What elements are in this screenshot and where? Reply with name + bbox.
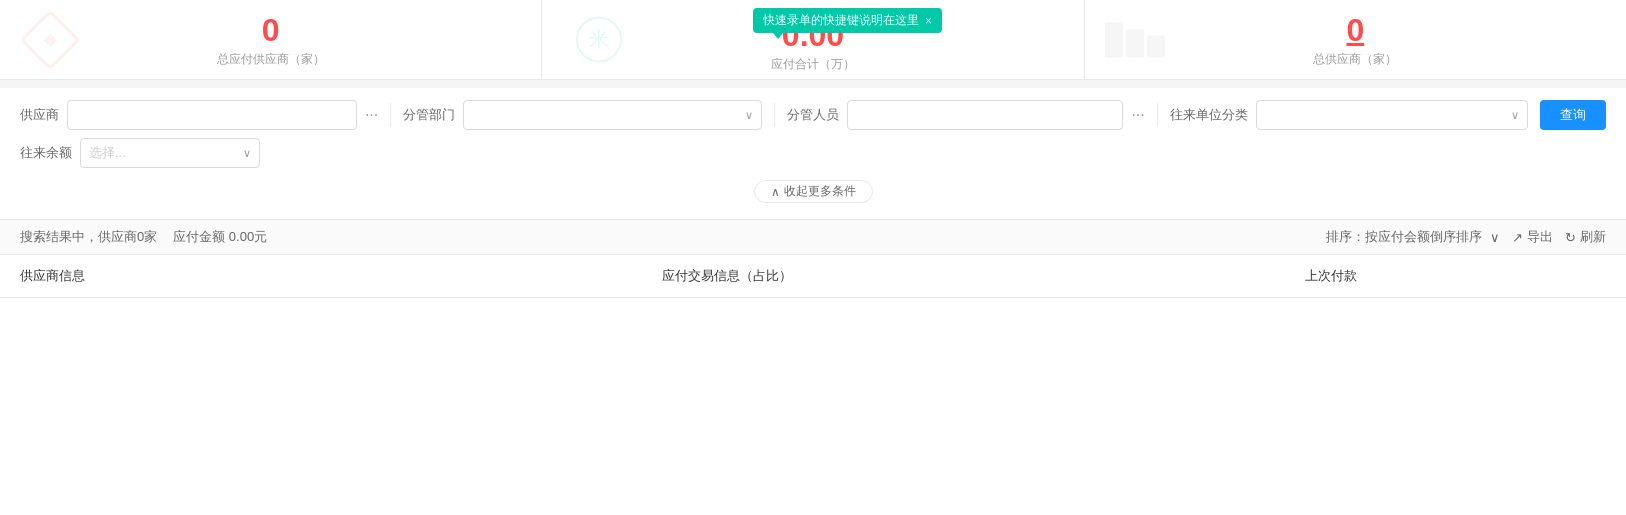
payable-total-label: 应付合计（万） xyxy=(771,56,855,73)
result-info: 搜索结果中，供应商0家 应付金额 0.00元 xyxy=(20,228,267,246)
divider-2 xyxy=(774,103,775,127)
sort-dropdown[interactable]: 排序：按应付会额倒序排序 ∨ xyxy=(1326,228,1500,246)
col-transaction-info: 应付交易信息（占比） xyxy=(662,267,1264,285)
supplier-label: 供应商 xyxy=(20,106,59,124)
department-chevron-icon: ∨ xyxy=(745,109,753,122)
result-amount: 应付金额 0.00元 xyxy=(173,228,267,246)
total-suppliers-label: 总供应商（家） xyxy=(1313,51,1397,68)
query-button[interactable]: 查询 xyxy=(1540,100,1606,130)
sort-label: 排序：按应付会额倒序排序 xyxy=(1326,228,1482,246)
supplier-input[interactable] xyxy=(67,100,357,130)
col-supplier-info: 供应商信息 xyxy=(20,267,622,285)
col-last-payment: 上次付款 xyxy=(1305,267,1606,285)
balance-placeholder: 选择... xyxy=(89,144,126,162)
unit-field: 往来单位分类 ∨ xyxy=(1170,100,1528,130)
filter-row-1: 供应商 ··· 分管部门 ∨ 分管人员 ··· 往来单位分类 ∨ xyxy=(20,100,1606,130)
divider-1 xyxy=(390,103,391,127)
stat-total-suppliers: 0 总供应商（家） xyxy=(1085,0,1626,79)
person-field: 分管人员 ··· xyxy=(787,100,1145,130)
diamond-logo-icon: ◈ xyxy=(20,10,80,70)
unit-label: 往来单位分类 xyxy=(1170,106,1248,124)
svg-text:◈: ◈ xyxy=(43,31,58,48)
table-body xyxy=(0,298,1626,515)
department-label: 分管部门 xyxy=(403,106,455,124)
total-suppliers-number: 0 xyxy=(1346,11,1364,49)
filter-row-2: 往来余额 选择... ∨ xyxy=(20,138,1606,168)
stats-bar: ◈ 0 总应付供应商（家） 快速录单的快捷键说明在这里 × 米 0.00 应付合… xyxy=(0,0,1626,80)
refresh-button[interactable]: ↻ 刷新 xyxy=(1565,228,1606,246)
result-actions: 排序：按应付会额倒序排序 ∨ ↗ 导出 ↻ 刷新 xyxy=(1326,228,1606,246)
department-select[interactable]: ∨ xyxy=(463,100,761,130)
export-button[interactable]: ↗ 导出 xyxy=(1512,228,1553,246)
divider-3 xyxy=(1157,103,1158,127)
collapse-row: ∧ 收起更多条件 xyxy=(20,176,1606,211)
balance-select[interactable]: 选择... ∨ xyxy=(80,138,260,168)
stat-payable-total: 快速录单的快捷键说明在这里 × 米 0.00 应付合计（万） xyxy=(542,0,1084,79)
person-label: 分管人员 xyxy=(787,106,839,124)
filter-bar: 供应商 ··· 分管部门 ∨ 分管人员 ··· 往来单位分类 ∨ xyxy=(0,88,1626,220)
svg-text:米: 米 xyxy=(589,27,609,49)
result-bar: 搜索结果中，供应商0家 应付金额 0.00元 排序：按应付会额倒序排序 ∨ ↗ … xyxy=(0,220,1626,255)
tooltip-text: 快速录单的快捷键说明在这里 xyxy=(763,12,919,29)
balance-field: 往来余额 选择... ∨ xyxy=(20,138,340,168)
supplier-field: 供应商 ··· xyxy=(20,100,378,130)
middle-icon: 米 xyxy=(572,12,627,67)
total-payable-suppliers-label: 总应付供应商（家） xyxy=(217,51,325,68)
export-icon: ↗ xyxy=(1512,230,1523,245)
refresh-label: 刷新 xyxy=(1580,228,1606,246)
stat-total-payable-suppliers: ◈ 0 总应付供应商（家） xyxy=(0,0,542,79)
result-supplier-count: 搜索结果中，供应商0家 xyxy=(20,228,157,246)
unit-select[interactable]: ∨ xyxy=(1256,100,1528,130)
export-label: 导出 xyxy=(1527,228,1553,246)
collapse-button[interactable]: ∧ 收起更多条件 xyxy=(754,180,873,203)
collapse-label: 收起更多条件 xyxy=(784,183,856,200)
person-input[interactable] xyxy=(847,100,1124,130)
sort-chevron-icon: ∨ xyxy=(1490,230,1500,245)
collapse-up-icon: ∧ xyxy=(771,185,780,199)
table-header: 供应商信息 应付交易信息（占比） 上次付款 xyxy=(0,255,1626,298)
shortcut-tooltip: 快速录单的快捷键说明在这里 × xyxy=(753,8,942,33)
balance-label: 往来余额 xyxy=(20,144,72,162)
unit-chevron-icon: ∨ xyxy=(1511,109,1519,122)
tooltip-close-button[interactable]: × xyxy=(925,14,932,28)
department-field: 分管部门 ∨ xyxy=(403,100,761,130)
total-payable-suppliers-number: 0 xyxy=(262,11,280,49)
supplier-dots-button[interactable]: ··· xyxy=(365,106,378,124)
refresh-icon: ↻ xyxy=(1565,230,1576,245)
balance-chevron-icon: ∨ xyxy=(243,147,251,160)
person-dots-button[interactable]: ··· xyxy=(1131,106,1144,124)
